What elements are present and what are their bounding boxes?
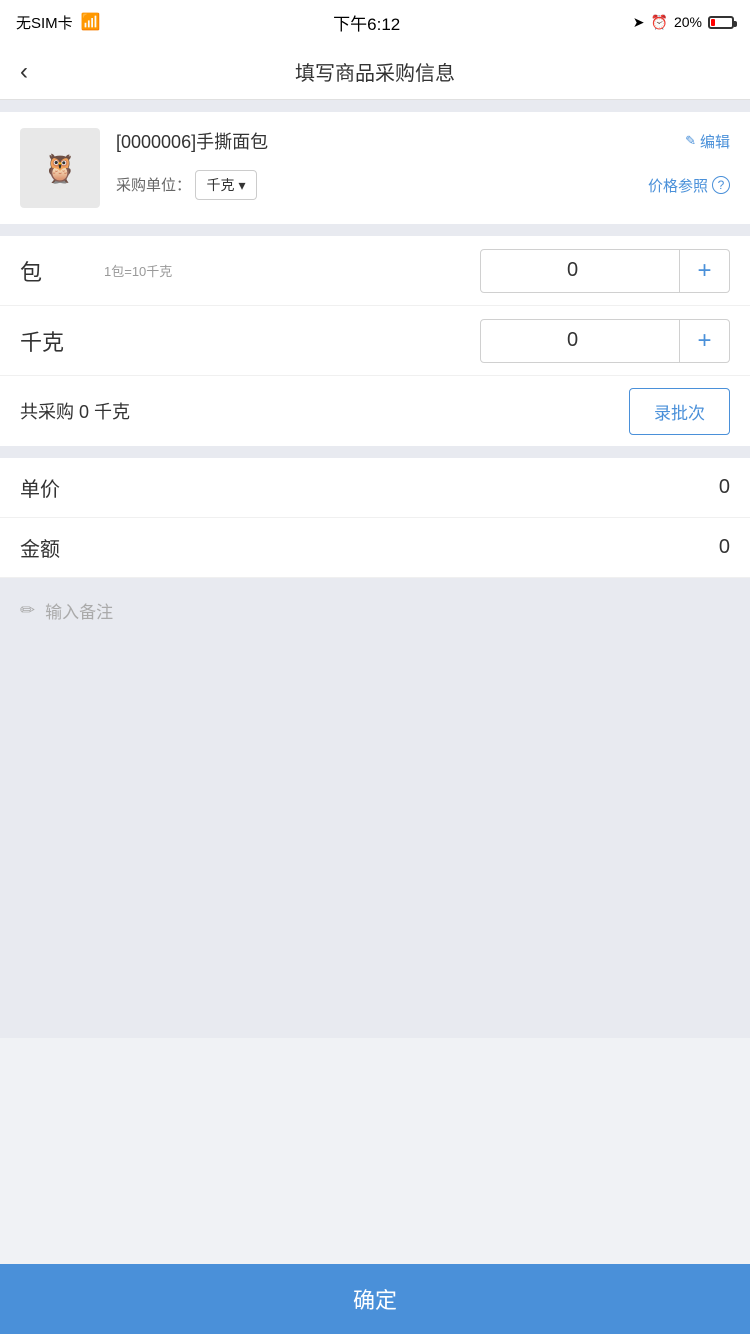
bag-input-row: 包 1包=10千克 +	[0, 236, 750, 306]
battery-percent: 20%	[674, 14, 702, 30]
edit-button[interactable]: ✎ 编辑	[685, 131, 730, 152]
alarm-icon: ⏰	[651, 14, 668, 31]
status-bar: 无SIM卡 📶 下午6:12 ➤ ⏰ 20%	[0, 0, 750, 44]
carrier-text: 无SIM卡	[16, 12, 73, 33]
remark-placeholder: 输入备注	[45, 598, 113, 623]
content-area	[0, 758, 750, 1038]
kg-input-row: 千克 +	[0, 306, 750, 376]
bag-sublabel: 1包=10千克	[104, 261, 172, 280]
kg-plus-button[interactable]: +	[680, 319, 730, 363]
status-left: 无SIM卡 📶	[16, 12, 101, 33]
product-card: 🦉 [0000006]手撕面包 ✎ 编辑 采购单位： 千克 ▾ 价格参照 ?	[0, 112, 750, 224]
nav-bar: ‹ 填写商品采购信息	[0, 44, 750, 100]
bag-quantity-input[interactable]	[480, 249, 680, 293]
page-title: 填写商品采购信息	[295, 57, 455, 86]
battery-icon	[708, 16, 734, 29]
unit-price-value: 0	[719, 476, 730, 499]
unit-price-label: 单价	[20, 473, 60, 502]
summary-text: 共采购 0 千克	[20, 398, 130, 424]
purchase-unit-section: 采购单位： 千克 ▾	[116, 170, 257, 200]
summary-row: 共采购 0 千克 录批次	[0, 376, 750, 446]
product-image: 🦉	[20, 128, 100, 208]
batch-button[interactable]: 录批次	[629, 388, 730, 435]
back-button[interactable]: ‹	[12, 50, 36, 94]
product-name: [0000006]手撕面包	[116, 128, 268, 154]
remark-icon: ✏	[20, 600, 35, 621]
amount-value: 0	[719, 536, 730, 559]
price-ref-icon: ?	[712, 176, 730, 194]
top-divider	[0, 100, 750, 112]
product-info: [0000006]手撕面包 ✎ 编辑 采购单位： 千克 ▾ 价格参照 ?	[116, 128, 730, 200]
status-right: ➤ ⏰ 20%	[633, 14, 734, 31]
edit-label: 编辑	[700, 131, 730, 152]
wifi-icon: 📶	[81, 12, 101, 32]
product-name-row: [0000006]手撕面包 ✎ 编辑	[116, 128, 730, 154]
purchase-unit-label: 采购单位：	[116, 177, 191, 194]
location-icon: ➤	[633, 14, 645, 31]
unit-value: 千克	[206, 175, 234, 195]
kg-label: 千克	[20, 325, 100, 357]
confirm-bar[interactable]: 确定	[0, 1264, 750, 1334]
middle-divider-2	[0, 446, 750, 458]
bag-input-right: +	[480, 249, 730, 293]
kg-input-right: +	[480, 319, 730, 363]
purchase-unit-row: 采购单位： 千克 ▾ 价格参照 ?	[116, 170, 730, 200]
unit-select[interactable]: 千克 ▾	[195, 170, 256, 200]
amount-label: 金额	[20, 533, 60, 562]
confirm-button-label: 确定	[353, 1283, 397, 1315]
kg-quantity-input[interactable]	[480, 319, 680, 363]
price-ref-label: 价格参照	[648, 175, 708, 196]
price-section: 单价 0 金额 0	[0, 458, 750, 578]
remark-section[interactable]: ✏ 输入备注	[0, 578, 750, 758]
status-time: 下午6:12	[333, 10, 400, 35]
unit-price-row: 单价 0	[0, 458, 750, 518]
input-section: 包 1包=10千克 + 千克 +	[0, 236, 750, 376]
amount-row: 金额 0	[0, 518, 750, 578]
price-ref-button[interactable]: 价格参照 ?	[648, 175, 730, 196]
bag-plus-button[interactable]: +	[680, 249, 730, 293]
dropdown-arrow-icon: ▾	[238, 177, 245, 194]
edit-icon: ✎	[685, 133, 696, 149]
middle-divider-1	[0, 224, 750, 236]
product-logo-icon: 🦉	[43, 152, 78, 185]
bag-label: 包	[20, 255, 100, 287]
